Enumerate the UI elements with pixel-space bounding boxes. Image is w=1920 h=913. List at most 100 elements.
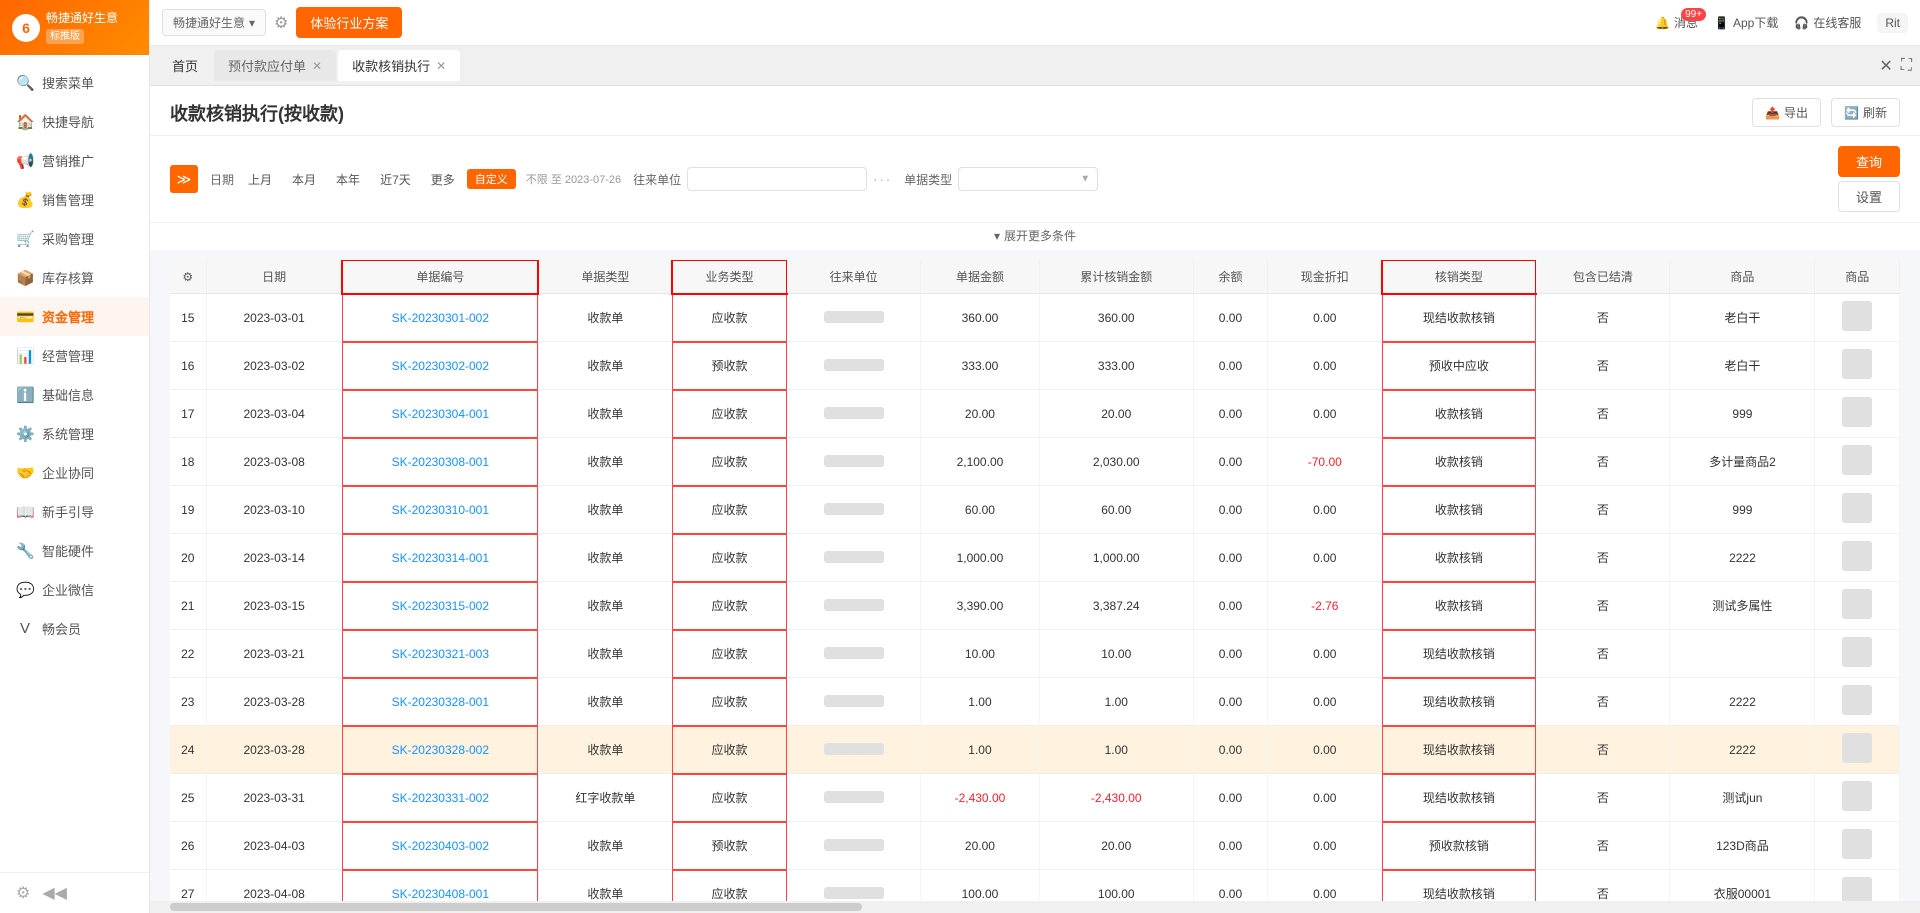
- tab-close-all-button[interactable]: ✕: [1879, 56, 1892, 76]
- cell-bill-no: SK-20230315-002: [342, 582, 538, 630]
- bill-type-select[interactable]: [958, 167, 1098, 191]
- tab-fullscreen-button[interactable]: ⛶: [1901, 57, 1912, 75]
- date-this-month[interactable]: 本月: [284, 168, 324, 191]
- tab-writeoff-close[interactable]: ✕: [436, 59, 446, 73]
- app-download-button[interactable]: 📱 App下载: [1714, 14, 1778, 31]
- sidebar-item-sales[interactable]: 💰销售管理: [0, 180, 149, 219]
- bill-no-link[interactable]: SK-20230408-001: [392, 887, 489, 901]
- sidebar-item-marketing[interactable]: 📢营销推广: [0, 141, 149, 180]
- col-goods: 商品: [1670, 260, 1815, 294]
- main-area: 畅捷通好生意 ▾ ⚙ 体验行业方案 🔔 消息 99+ 📱 App下载 🎧 在线客…: [150, 0, 1920, 913]
- cell-bill-type: 收款单: [538, 342, 672, 390]
- cell-date: 2023-03-14: [206, 534, 342, 582]
- cell-settled: 否: [1536, 822, 1670, 870]
- bill-no-link[interactable]: SK-20230314-001: [392, 551, 489, 565]
- notification-button[interactable]: 🔔 消息 99+: [1655, 14, 1698, 31]
- cell-date: 2023-03-28: [206, 678, 342, 726]
- cell-goods2: [1815, 294, 1900, 342]
- tab-home[interactable]: 首页: [158, 50, 212, 81]
- tab-prepayment-close[interactable]: ✕: [312, 59, 322, 73]
- bill-no-link[interactable]: SK-20230308-001: [392, 455, 489, 469]
- horizontal-scrollbar[interactable]: [150, 901, 1920, 913]
- cell-bill-type: 收款单: [538, 582, 672, 630]
- operation-icon: 📊: [16, 347, 34, 365]
- cell-goods: 2222: [1670, 678, 1815, 726]
- online-service-button[interactable]: 🎧 在线客服: [1794, 14, 1861, 31]
- sidebar-item-inventory[interactable]: 📦库存核算: [0, 258, 149, 297]
- bill-no-link[interactable]: SK-20230302-002: [392, 359, 489, 373]
- date-7days[interactable]: 近7天: [372, 168, 419, 191]
- topbar-dropdown[interactable]: 畅捷通好生意 ▾: [162, 9, 266, 36]
- date-last-month[interactable]: 上月: [240, 168, 280, 191]
- bill-no-link[interactable]: SK-20230328-002: [392, 743, 489, 757]
- cell-biz-type: 应收款: [672, 486, 786, 534]
- inventory-icon: 📦: [16, 269, 34, 287]
- sidebar-item-basic[interactable]: ℹ️基础信息: [0, 375, 149, 414]
- cell-settled: 否: [1536, 630, 1670, 678]
- cell-partner: [787, 582, 921, 630]
- tab-writeoff[interactable]: 收款核销执行 ✕: [338, 50, 460, 81]
- table-row: 26 2023-04-03 SK-20230403-002 收款单 预收款 20…: [170, 822, 1900, 870]
- col-settings[interactable]: ⚙: [170, 260, 206, 294]
- sidebar-item-purchase[interactable]: 🛒采购管理: [0, 219, 149, 258]
- cell-write-off: 1.00: [1039, 726, 1193, 774]
- bill-no-link[interactable]: SK-20230310-001: [392, 503, 489, 517]
- bill-no-link[interactable]: SK-20230328-001: [392, 695, 489, 709]
- cell-partner: [787, 534, 921, 582]
- cell-goods: 999: [1670, 486, 1815, 534]
- sidebar-item-label: 新手引导: [42, 502, 94, 521]
- cell-goods: 老白干: [1670, 342, 1815, 390]
- cell-num: 16: [170, 342, 206, 390]
- sidebar-item-operation[interactable]: 📊经营管理: [0, 336, 149, 375]
- bill-no-link[interactable]: SK-20230301-002: [392, 311, 489, 325]
- cell-partner: [787, 870, 921, 902]
- settings-icon[interactable]: ⚙: [16, 883, 30, 903]
- solution-button[interactable]: 体验行业方案: [296, 7, 402, 38]
- date-more[interactable]: 更多: [423, 168, 463, 191]
- user-profile[interactable]: Rit: [1877, 13, 1908, 33]
- cell-bill-no: SK-20230331-002: [342, 774, 538, 822]
- sidebar-item-wechat[interactable]: 💬企业微信: [0, 570, 149, 609]
- gear-icon[interactable]: ⚙: [274, 13, 288, 33]
- collapse-icon[interactable]: ◀◀: [42, 883, 67, 903]
- cell-amount: 1,000.00: [921, 534, 1040, 582]
- export-button[interactable]: 📤 导出: [1752, 98, 1821, 127]
- cell-write-off: 20.00: [1039, 390, 1193, 438]
- expand-more-button[interactable]: ▾ 展开更多条件: [994, 227, 1076, 244]
- sidebar-item-system[interactable]: ⚙️系统管理: [0, 414, 149, 453]
- bill-no-link[interactable]: SK-20230403-002: [392, 839, 489, 853]
- cell-goods2: [1815, 582, 1900, 630]
- bill-no-link[interactable]: SK-20230304-001: [392, 407, 489, 421]
- cell-write-off: 3,387.24: [1039, 582, 1193, 630]
- partner-value: [824, 455, 884, 467]
- bill-no-link[interactable]: SK-20230315-002: [392, 599, 489, 613]
- query-button[interactable]: 查询: [1838, 146, 1900, 177]
- bill-no-link[interactable]: SK-20230331-002: [392, 791, 489, 805]
- date-custom-button[interactable]: 自定义: [467, 169, 516, 189]
- partner-input[interactable]: [687, 167, 867, 191]
- bill-no-link[interactable]: SK-20230321-003: [392, 647, 489, 661]
- tab-prepayment[interactable]: 预付款应付单 ✕: [214, 50, 336, 81]
- cell-partner: [787, 774, 921, 822]
- topbar: 畅捷通好生意 ▾ ⚙ 体验行业方案 🔔 消息 99+ 📱 App下载 🎧 在线客…: [150, 0, 1920, 46]
- member-icon: V: [16, 620, 34, 637]
- sidebar-item-enterprise[interactable]: 🤝企业协同: [0, 453, 149, 492]
- col-write-off: 累计核销金额: [1039, 260, 1193, 294]
- filter-toggle-button[interactable]: ≫: [170, 165, 198, 193]
- table-row: 22 2023-03-21 SK-20230321-003 收款单 应收款 10…: [170, 630, 1900, 678]
- sidebar-item-hardware[interactable]: 🔧智能硬件: [0, 531, 149, 570]
- sidebar-item-member[interactable]: V畅会员: [0, 609, 149, 648]
- sidebar-item-quick-nav[interactable]: 🏠快捷导航: [0, 102, 149, 141]
- sidebar-item-search-menu[interactable]: 🔍搜索菜单: [0, 63, 149, 102]
- cell-amount: 3,390.00: [921, 582, 1040, 630]
- settings-button[interactable]: 设置: [1838, 181, 1900, 212]
- sidebar-item-finance[interactable]: 💳资金管理: [0, 297, 149, 336]
- sidebar-item-guide[interactable]: 📖新手引导: [0, 492, 149, 531]
- cell-goods2: [1815, 774, 1900, 822]
- cell-biz-type: 应收款: [672, 726, 786, 774]
- cell-goods: 2222: [1670, 534, 1815, 582]
- refresh-button[interactable]: 🔄 刷新: [1831, 98, 1900, 127]
- cell-biz-type: 应收款: [672, 678, 786, 726]
- date-this-year[interactable]: 本年: [328, 168, 368, 191]
- cell-goods: 老白干: [1670, 294, 1815, 342]
